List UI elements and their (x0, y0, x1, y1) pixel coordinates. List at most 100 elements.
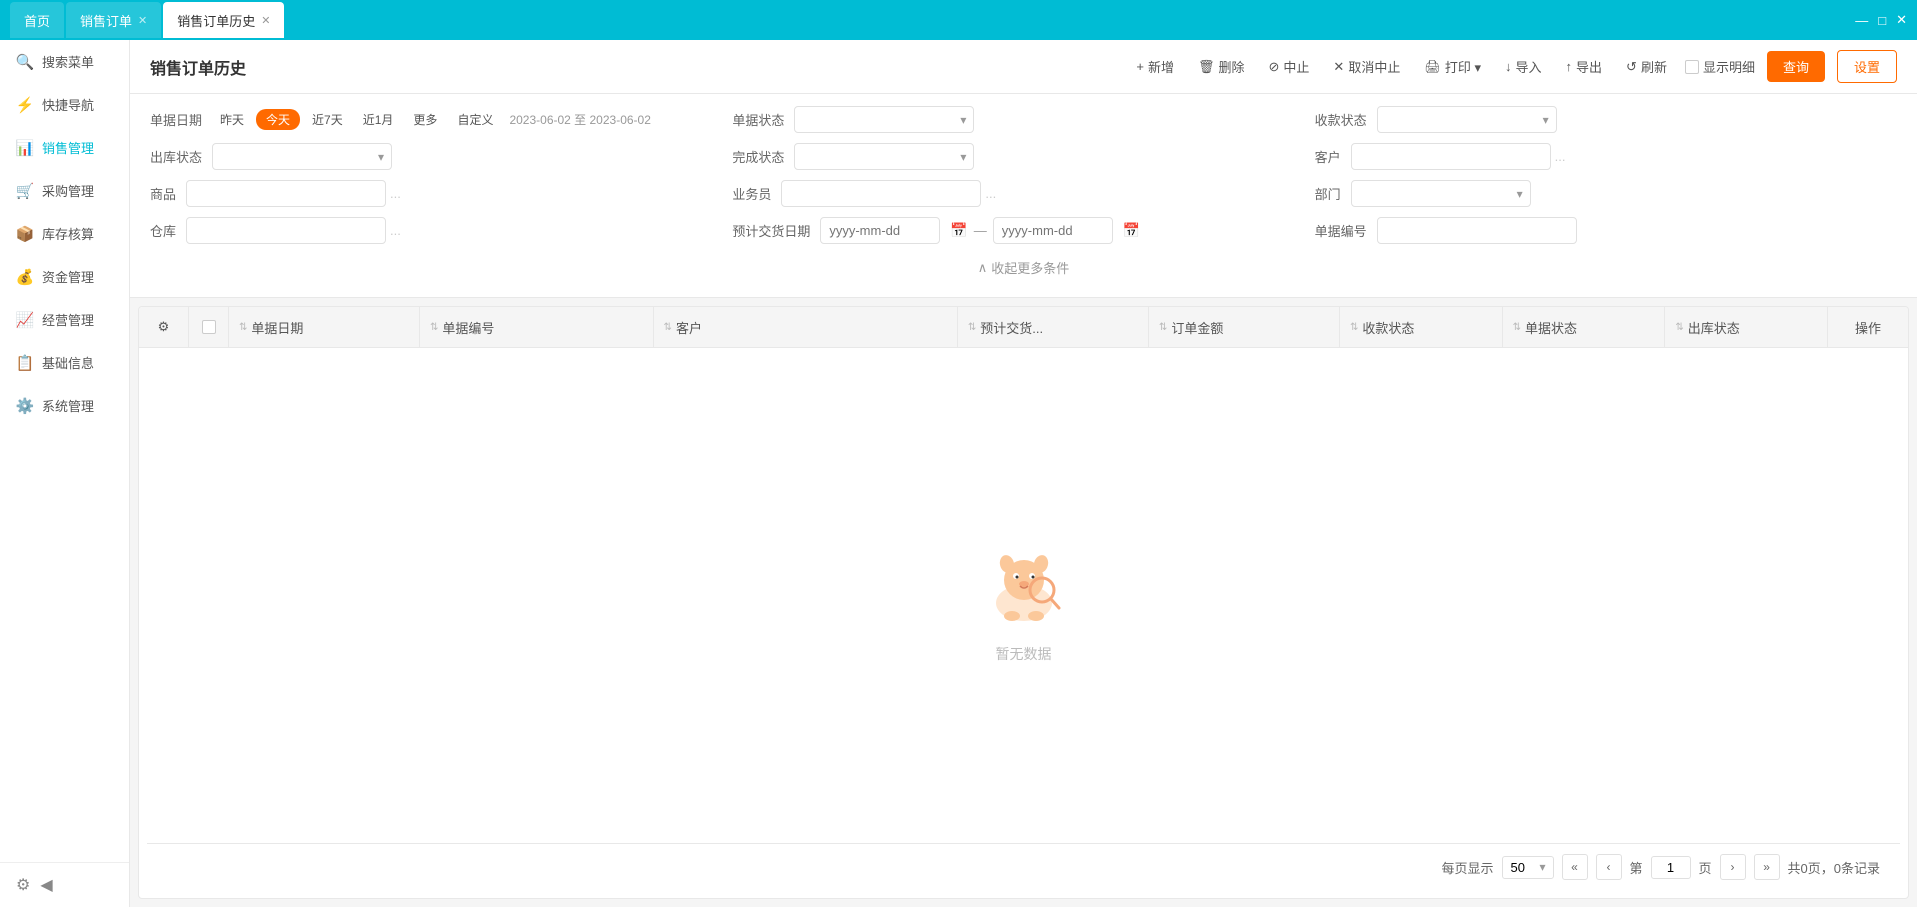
tab-sales-order-history-close[interactable]: ✕ (261, 14, 270, 27)
query-button[interactable]: 查询 (1767, 51, 1825, 82)
delivery-date-wrapper: 📅 — 📅 (820, 217, 1140, 244)
collapse-more-btn[interactable]: ∧ 收起更多条件 (150, 254, 1897, 285)
warehouse-control: ... (186, 217, 712, 244)
last-page-btn[interactable]: » (1754, 854, 1780, 880)
out-status-control (212, 143, 712, 170)
stop-button[interactable]: ⊘ 中止 (1263, 53, 1316, 80)
import-button[interactable]: ↓ 导入 (1499, 53, 1548, 80)
first-page-btn[interactable]: « (1562, 854, 1588, 880)
payment-status-control (1377, 106, 1877, 133)
filter-complete-status-section: 完成状态 (732, 143, 1314, 170)
dept-select-wrapper (1351, 180, 1531, 207)
print-button[interactable]: 🖨 打印 ▾ (1418, 53, 1487, 80)
filter-dept-section: 部门 (1315, 180, 1897, 207)
add-button[interactable]: + 新增 (1130, 53, 1180, 80)
th-customer: ⇅ 客户 (654, 307, 958, 347)
th-sort-payment-icon[interactable]: ⇅ (1350, 322, 1358, 333)
sidebar-item-purchase-mgmt[interactable]: 🛒 采购管理 (0, 169, 129, 212)
calendar-start-icon[interactable]: 📅 (950, 222, 967, 239)
date-yesterday[interactable]: 昨天 (212, 109, 252, 130)
calendar-end-icon[interactable]: 📅 (1123, 222, 1140, 239)
sidebar-collapse-icon[interactable]: ◀ (40, 875, 52, 895)
customer-dots[interactable]: ... (1555, 149, 1566, 164)
filter-salesman-section: 业务员 ... (732, 180, 1314, 207)
sidebar-item-quick-nav[interactable]: ⚡ 快捷导航 (0, 83, 129, 126)
header-checkbox[interactable] (202, 320, 216, 334)
page-number-input[interactable]: 1 (1651, 856, 1691, 879)
window-minimize-btn[interactable]: — (1855, 13, 1868, 28)
th-sort-order-status-icon[interactable]: ⇅ (1513, 322, 1521, 333)
th-sort-no-icon[interactable]: ⇅ (430, 322, 438, 333)
display-detail-checkbox[interactable] (1685, 60, 1699, 74)
tab-sales-order-history[interactable]: 销售订单历史 ✕ (163, 2, 284, 38)
date-1month[interactable]: 近1月 (355, 109, 402, 130)
import-icon: ↓ (1505, 59, 1512, 74)
dept-select[interactable] (1351, 180, 1531, 207)
filter-order-no-section: 单据编号 (1315, 217, 1897, 244)
sidebar-item-inventory[interactable]: 📦 库存核算 (0, 212, 129, 255)
delivery-date-start[interactable] (820, 217, 940, 244)
filter-row-4: 仓库 ... 预计交货日期 📅 — 📅 (150, 217, 1897, 244)
settings-button[interactable]: 设置 (1837, 50, 1897, 83)
empty-text: 暂无数据 (996, 644, 1052, 664)
sidebar-item-system[interactable]: ⚙️ 系统管理 (0, 384, 129, 427)
complete-status-select[interactable] (794, 143, 974, 170)
th-sort-date-icon[interactable]: ⇅ (239, 322, 247, 333)
th-delivery: ⇅ 预计交货... (958, 307, 1149, 347)
sidebar-item-sales-mgmt-label: 销售管理 (42, 138, 94, 157)
warehouse-dots[interactable]: ... (390, 223, 401, 238)
sidebar-item-basic-info[interactable]: 📋 基础信息 (0, 341, 129, 384)
window-close-btn[interactable]: ✕ (1896, 12, 1907, 28)
delivery-date-end[interactable] (993, 217, 1113, 244)
toolbar: + 新增 🗑 删除 ⊘ 中止 ✕ 取消中止 🖨 打印 ▾ (1130, 50, 1897, 83)
sidebar-item-sales-mgmt[interactable]: 📊 销售管理 (0, 126, 129, 169)
date-more[interactable]: 更多 (405, 109, 445, 130)
prev-page-btn[interactable]: ‹ (1596, 854, 1622, 880)
cancel-stop-button[interactable]: ✕ 取消中止 (1327, 53, 1406, 80)
tab-sales-order[interactable]: 销售订单 ✕ (66, 2, 161, 38)
th-sort-delivery-icon[interactable]: ⇅ (968, 322, 976, 333)
th-sort-customer-icon[interactable]: ⇅ (664, 322, 672, 333)
warehouse-input[interactable] (186, 217, 386, 244)
sales-mgmt-icon: 📊 (16, 139, 34, 157)
customer-input[interactable] (1351, 143, 1551, 170)
refresh-icon: ↺ (1626, 59, 1637, 75)
display-detail-label: 显示明细 (1703, 57, 1755, 76)
export-button[interactable]: ↑ 导出 (1560, 53, 1609, 80)
sidebar-item-finance-label: 资金管理 (42, 267, 94, 286)
out-status-select[interactable] (212, 143, 392, 170)
salesman-input[interactable] (781, 180, 981, 207)
salesman-dots[interactable]: ... (985, 186, 996, 201)
order-no-input[interactable] (1377, 217, 1577, 244)
sidebar-settings-icon[interactable]: ⚙ (16, 875, 30, 895)
sidebar-item-operations[interactable]: 📈 经营管理 (0, 298, 129, 341)
filter-area: 单据日期 昨天 今天 近7天 近1月 更多 自定义 2023-06-02 至 2… (130, 94, 1917, 298)
payment-status-label: 收款状态 (1315, 110, 1367, 129)
order-status-select[interactable] (794, 106, 974, 133)
order-status-select-wrapper (794, 106, 974, 133)
date-7days[interactable]: 近7天 (304, 109, 351, 130)
sidebar-item-finance[interactable]: 💰 资金管理 (0, 255, 129, 298)
refresh-button[interactable]: ↺ 刷新 (1620, 53, 1673, 80)
payment-status-select[interactable] (1377, 106, 1557, 133)
th-sort-out-status-icon[interactable]: ⇅ (1675, 322, 1683, 333)
filter-order-status-section: 单据状态 (732, 106, 1314, 133)
th-settings[interactable]: ⚙ (139, 307, 189, 347)
delete-button[interactable]: 🗑 删除 (1192, 53, 1251, 80)
th-sort-amount-icon[interactable]: ⇅ (1159, 322, 1167, 333)
next-page-btn[interactable]: › (1720, 854, 1746, 880)
salesman-control: ... (781, 180, 1294, 207)
dept-label: 部门 (1315, 184, 1341, 203)
goods-input[interactable] (186, 180, 386, 207)
out-status-select-wrapper (212, 143, 392, 170)
filter-row-1: 单据日期 昨天 今天 近7天 近1月 更多 自定义 2023-06-02 至 2… (150, 106, 1897, 133)
sidebar-bottom: ⚙ ◀ (0, 862, 129, 907)
window-maximize-btn[interactable]: □ (1878, 13, 1886, 28)
date-today[interactable]: 今天 (256, 109, 300, 130)
tab-home[interactable]: 首页 (10, 2, 64, 38)
date-custom[interactable]: 自定义 (449, 109, 501, 130)
per-page-select[interactable]: 20 50 100 200 (1502, 856, 1554, 879)
tab-sales-order-close[interactable]: ✕ (138, 14, 147, 27)
sidebar-item-search-menu[interactable]: 🔍 搜索菜单 (0, 40, 129, 83)
goods-dots[interactable]: ... (390, 186, 401, 201)
